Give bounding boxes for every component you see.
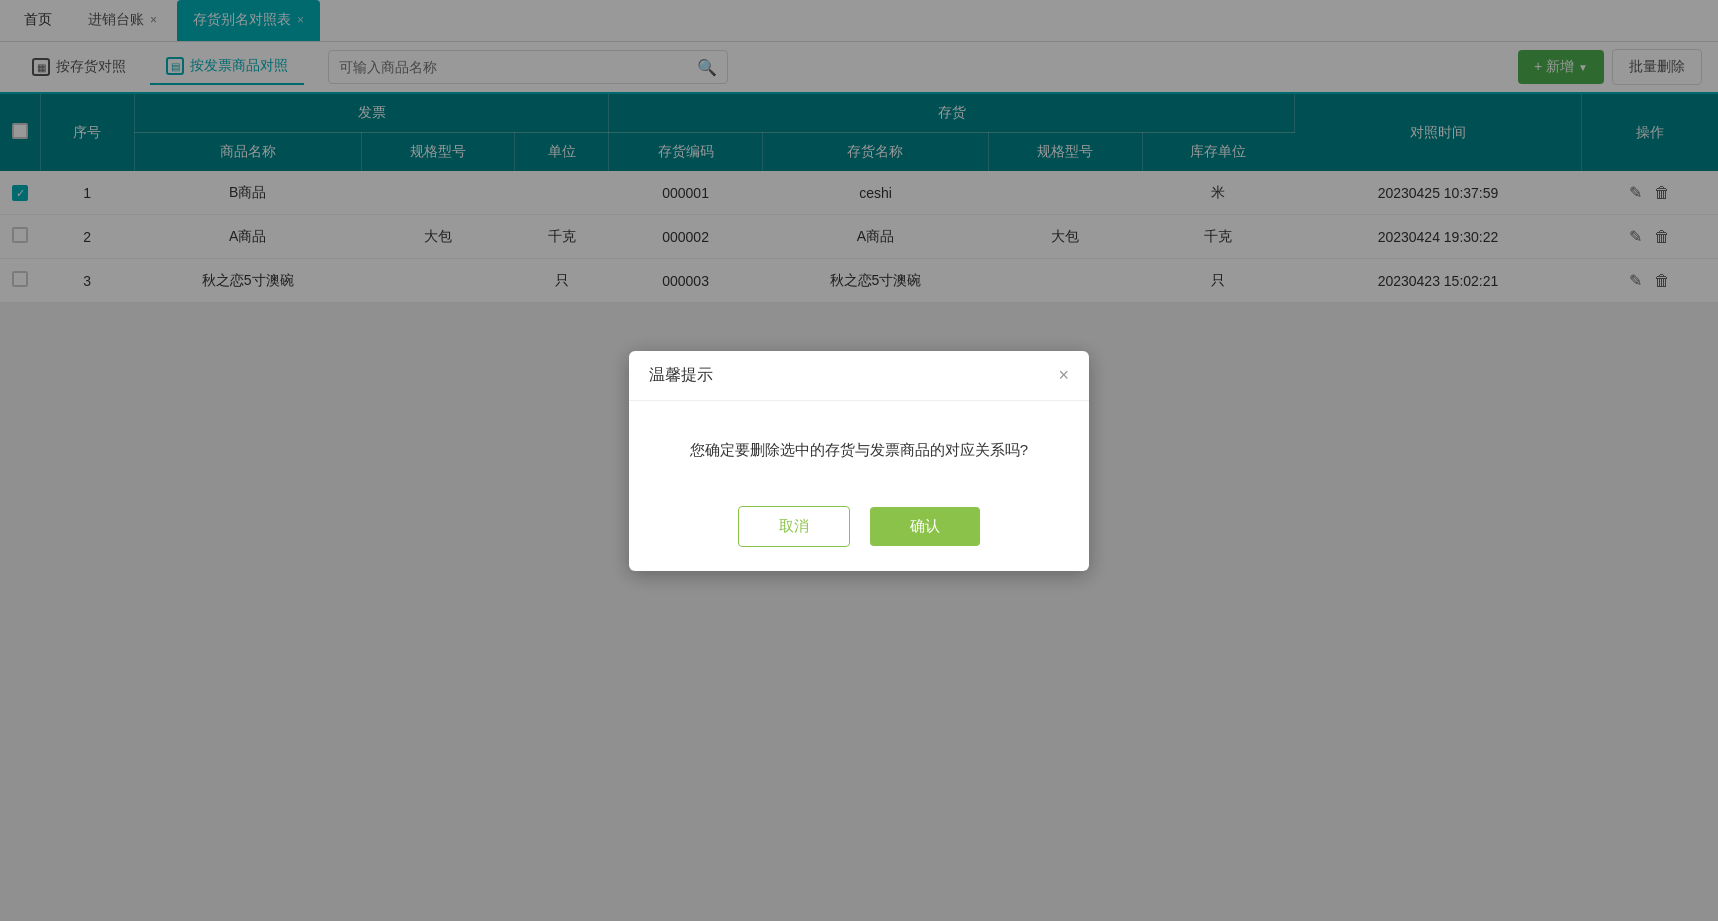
- modal-overlay: 温馨提示 × 您确定要删除选中的存货与发票商品的对应关系吗? 取消 确认: [0, 0, 1718, 303]
